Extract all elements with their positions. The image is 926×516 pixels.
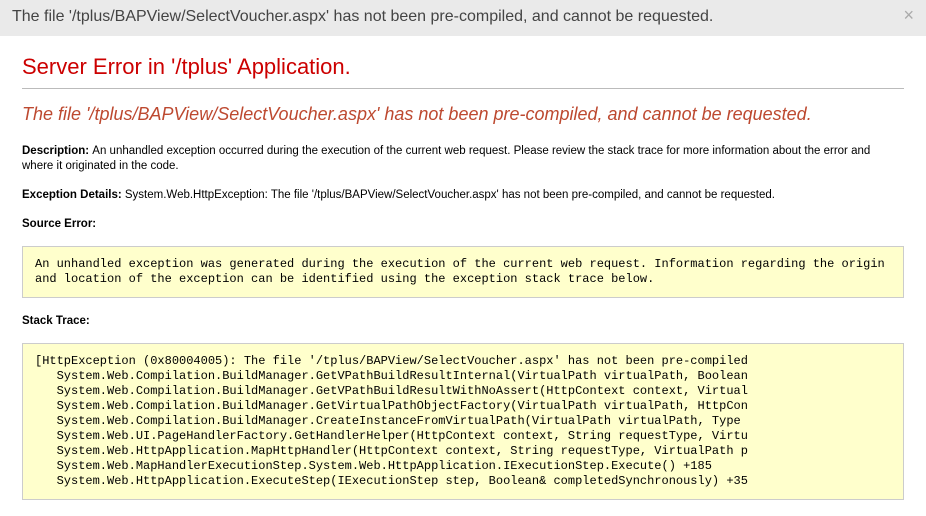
description-paragraph: Description: An unhandled exception occu… xyxy=(22,144,904,174)
description-label: Description: xyxy=(22,145,92,157)
titlebar-text: The file '/tplus/BAPView/SelectVoucher.a… xyxy=(12,8,713,25)
exception-paragraph: Exception Details: System.Web.HttpExcept… xyxy=(22,188,904,203)
stack-trace-label: Stack Trace: xyxy=(22,314,904,329)
server-error-heading: Server Error in '/tplus' Application. xyxy=(22,54,904,80)
source-error-box: An unhandled exception was generated dur… xyxy=(22,246,904,298)
close-icon[interactable]: × xyxy=(903,6,914,24)
source-error-label: Source Error: xyxy=(22,217,904,232)
error-page-content: Server Error in '/tplus' Application. Th… xyxy=(0,36,926,500)
stack-trace-box: [HttpException (0x80004005): The file '/… xyxy=(22,343,904,500)
exception-label: Exception Details: xyxy=(22,189,125,201)
exception-details-text: System.Web.HttpException: The file '/tpl… xyxy=(125,189,775,201)
divider xyxy=(22,88,904,89)
titlebar: The file '/tplus/BAPView/SelectVoucher.a… xyxy=(0,0,926,36)
error-message: The file '/tplus/BAPView/SelectVoucher.a… xyxy=(22,103,904,126)
description-text: An unhandled exception occurred during t… xyxy=(22,145,870,172)
